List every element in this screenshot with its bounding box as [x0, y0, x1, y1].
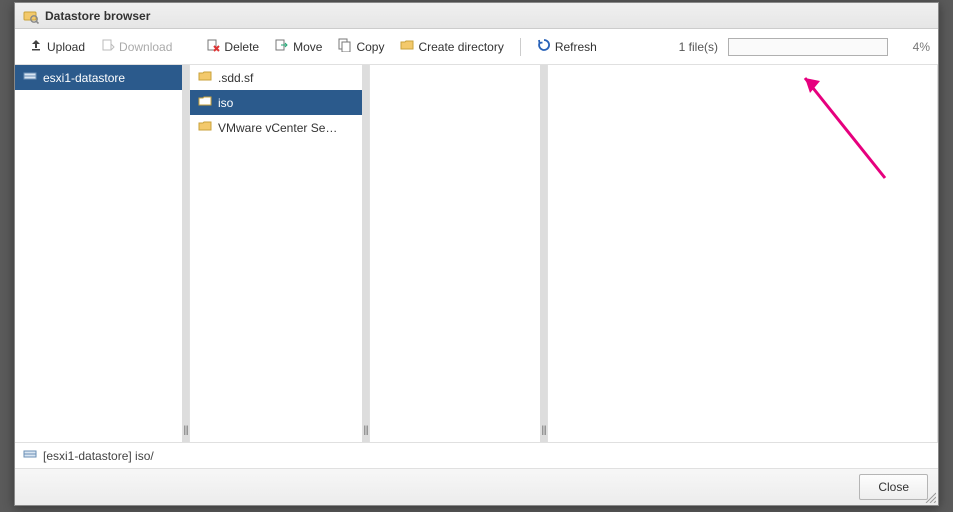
column-resize-handle[interactable]: |||	[540, 65, 547, 442]
create-directory-button[interactable]: Create directory	[394, 35, 509, 58]
column-browser: esxi1-datastore ||| .sdd.sf iso VMware v…	[15, 65, 938, 443]
magnifier-folder-icon	[23, 8, 39, 24]
file-count: 1 file(s)	[679, 40, 718, 54]
delete-button[interactable]: Delete	[200, 35, 265, 58]
folder-item-label: VMware vCenter Se…	[218, 121, 337, 135]
folder-icon	[198, 119, 212, 136]
folder-item-label: iso	[218, 96, 233, 110]
column-resize-handle[interactable]: |||	[182, 65, 189, 442]
datastore-item[interactable]: esxi1-datastore	[15, 65, 189, 90]
datastore-item-label: esxi1-datastore	[43, 71, 125, 85]
close-button[interactable]: Close	[859, 474, 928, 500]
move-icon	[275, 38, 289, 55]
download-button: Download	[95, 35, 178, 58]
folder-item[interactable]: VMware vCenter Se…	[190, 115, 369, 140]
refresh-button[interactable]: Refresh	[531, 35, 603, 58]
statusbar: [esxi1-datastore] iso/	[15, 443, 938, 469]
folder-item[interactable]: iso	[190, 90, 369, 115]
move-button[interactable]: Move	[269, 35, 328, 58]
dialog-title: Datastore browser	[45, 9, 150, 23]
column-4	[548, 65, 938, 442]
toolbar-separator	[520, 38, 521, 56]
folder-item-label: .sdd.sf	[218, 71, 253, 85]
current-path: [esxi1-datastore] iso/	[43, 449, 154, 463]
datastore-browser-dialog: Datastore browser Upload Download Delete…	[14, 2, 939, 506]
upload-progress-bar	[728, 38, 888, 56]
download-icon	[101, 38, 115, 55]
datastore-icon	[23, 69, 37, 86]
folder-icon	[198, 69, 212, 86]
resize-grip-icon[interactable]	[924, 491, 936, 503]
folder-item[interactable]: .sdd.sf	[190, 65, 369, 90]
refresh-icon	[537, 38, 551, 55]
create-directory-label: Create directory	[418, 40, 503, 54]
copy-icon	[338, 38, 352, 55]
upload-icon	[29, 38, 43, 55]
column-2: .sdd.sf iso VMware vCenter Se… |||	[190, 65, 370, 442]
copy-button[interactable]: Copy	[332, 35, 390, 58]
column-1: esxi1-datastore |||	[15, 65, 190, 442]
dialog-footer: Close	[15, 469, 938, 505]
column-3: |||	[370, 65, 548, 442]
upload-progress-percent: 4%	[902, 40, 930, 54]
column-resize-handle[interactable]: |||	[362, 65, 369, 442]
titlebar: Datastore browser	[15, 3, 938, 29]
upload-label: Upload	[47, 40, 85, 54]
download-label: Download	[119, 40, 172, 54]
upload-button[interactable]: Upload	[23, 35, 91, 58]
move-label: Move	[293, 40, 322, 54]
toolbar: Upload Download Delete Move Copy Create …	[15, 29, 938, 65]
delete-icon	[206, 38, 220, 55]
datastore-path-icon	[23, 447, 37, 464]
folder-plus-icon	[400, 38, 414, 55]
delete-label: Delete	[224, 40, 259, 54]
refresh-label: Refresh	[555, 40, 597, 54]
folder-icon	[198, 94, 212, 111]
copy-label: Copy	[356, 40, 384, 54]
